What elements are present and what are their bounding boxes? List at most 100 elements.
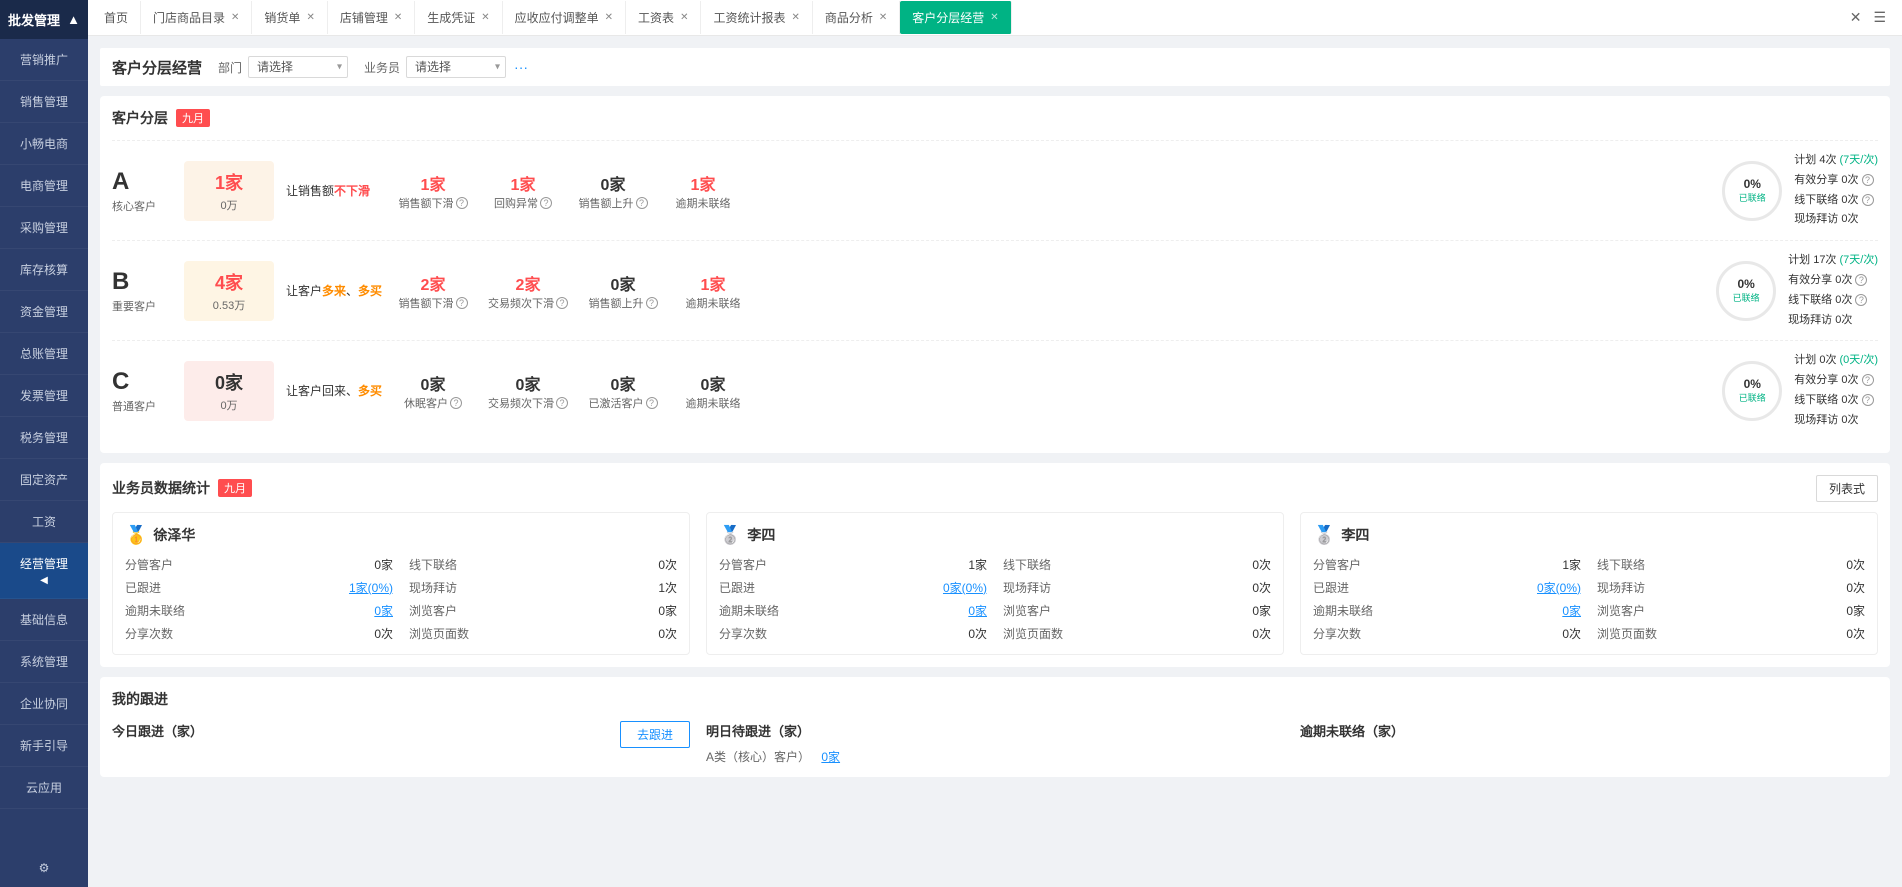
sidebar-item-jichu[interactable]: 基础信息: [0, 599, 88, 641]
stat-overdue-1: 逾期未联络 0家: [125, 602, 393, 619]
tab-bar: 首页 门店商品目录 ✕ 销货单 ✕ 店铺管理 ✕ 生成凭证 ✕ 应收应付调整单 …: [88, 0, 1902, 36]
info-icon[interactable]: ?: [646, 297, 658, 309]
list-view-button[interactable]: 列表式: [1816, 475, 1878, 502]
stat-pages-3: 浏览页面数 0次: [1597, 625, 1865, 642]
tab-dianpu[interactable]: 店铺管理 ✕: [328, 1, 415, 34]
tier-a-count[interactable]: 0家: [821, 750, 840, 764]
medal-silver-icon: 🥈: [719, 525, 741, 546]
sidebar-item-gudingzichan[interactable]: 固定资产: [0, 459, 88, 501]
followup-grid: 今日跟进（家） 去跟进 明日待跟进（家） A类（核心）客户） 0家 逾期未联络（: [112, 721, 1878, 765]
sidebar-item-jingying[interactable]: 经营管理 ◀: [0, 543, 88, 599]
sidebar-item-yun[interactable]: 云应用: [0, 767, 88, 809]
sales-section-title: 业务员数据统计: [112, 478, 210, 498]
tier-card-a: 1家 0万: [184, 161, 274, 221]
stat-fenguan-1: 分管客户 0家: [125, 556, 393, 573]
sidebar-item-caigou[interactable]: 采购管理: [0, 207, 88, 249]
toolbar: 客户分层经营 部门 请选择 业务员 请选择 ···: [100, 48, 1890, 86]
tab-close-icon[interactable]: ✕: [605, 12, 613, 23]
metric-c-1: 0家 休眠客户 ?: [398, 371, 468, 411]
metric-a-1: 1家 销售额下滑 ?: [398, 171, 468, 211]
sidebar-collapse-icon[interactable]: ▲: [67, 12, 80, 27]
tab-close-icon[interactable]: ✕: [481, 12, 489, 23]
sales-select[interactable]: 请选择: [406, 56, 506, 78]
info-icon[interactable]: ?: [1855, 274, 1867, 286]
info-icon[interactable]: ?: [646, 397, 658, 409]
sales-card-3: 🥈 李四 分管客户 1家 线下联络 0次 已跟进: [1300, 512, 1878, 655]
info-icon[interactable]: ?: [1862, 394, 1874, 406]
followup-section-title: 我的跟进: [112, 689, 168, 709]
tab-shangpinfenxi[interactable]: 商品分析 ✕: [813, 1, 900, 34]
sidebar-item-xitong[interactable]: 系统管理: [0, 641, 88, 683]
info-icon[interactable]: ?: [1862, 374, 1874, 386]
contact-right-b: 计划 17次 (7天/次) 有效分享 0次 ? 线下联络 0次 ? 现场拜访 0…: [1788, 251, 1878, 330]
sales-select-wrapper: 请选择: [406, 56, 506, 78]
followup-today-title: 今日跟进（家）: [112, 721, 203, 740]
more-button[interactable]: ···: [514, 59, 528, 75]
metric-c-4: 0家 逾期未联络: [678, 371, 748, 411]
sidebar-item-shuiwu[interactable]: 税务管理: [0, 417, 88, 459]
sales-stats-2: 分管客户 1家 线下联络 0次 已跟进 0家(0%) 现场拜访: [719, 556, 1271, 642]
tab-close-icon[interactable]: ✕: [990, 12, 998, 23]
tab-close-icon[interactable]: ✕: [680, 12, 688, 23]
goto-followup-button[interactable]: 去跟进: [620, 721, 690, 748]
sidebar-item-dianshang[interactable]: 电商管理: [0, 165, 88, 207]
info-icon[interactable]: ?: [1855, 294, 1867, 306]
tab-close-icon[interactable]: ✕: [879, 12, 887, 23]
dept-select-wrapper: 请选择: [248, 56, 348, 78]
stat-visit-1: 现场拜访 1次: [409, 579, 677, 596]
dept-select[interactable]: 请选择: [248, 56, 348, 78]
followup-overdue-title: 逾期未联络（家）: [1300, 721, 1878, 740]
tier-row-b: B 重要客户 4家 0.53万 让客户多来、多买 2家 销售额下滑 ? 2: [112, 240, 1878, 340]
tab-close-icon[interactable]: ✕: [231, 12, 239, 23]
stat-fenguan-3: 分管客户 1家: [1313, 556, 1581, 573]
info-icon[interactable]: ?: [1862, 174, 1874, 186]
sidebar-item-kucun[interactable]: 库存核算: [0, 249, 88, 291]
sidebar-gear-icon[interactable]: ⚙: [0, 849, 88, 887]
info-icon[interactable]: ?: [1862, 194, 1874, 206]
sidebar-item-xiaoshou[interactable]: 销售管理: [0, 81, 88, 123]
sidebar-item-zijin[interactable]: 资金管理: [0, 291, 88, 333]
info-icon[interactable]: ?: [556, 297, 568, 309]
metric-b-2: 2家 交易频次下滑 ?: [488, 271, 568, 311]
tab-kehu[interactable]: 客户分层经营 ✕: [900, 1, 1011, 34]
info-icon[interactable]: ?: [450, 397, 462, 409]
sales-stats-1: 分管客户 0家 线下联络 0次 已跟进 1家(0%) 现场拜访: [125, 556, 677, 642]
tab-shengcheng[interactable]: 生成凭证 ✕: [415, 1, 502, 34]
sidebar-title: 批发管理: [8, 10, 60, 29]
info-icon[interactable]: ?: [636, 197, 648, 209]
info-icon[interactable]: ?: [540, 197, 552, 209]
info-icon[interactable]: ?: [456, 197, 468, 209]
sidebar-item-gongzi[interactable]: 工资: [0, 501, 88, 543]
tier-row-c: C 普通客户 0家 0万 让客户回来、多买 0家 休眠客户 ? 0家: [112, 340, 1878, 440]
stat-browse-2: 浏览客户 0家: [1003, 602, 1271, 619]
tier-tip-b: 让客户多来、多买: [286, 282, 386, 299]
tier-label-b: B 重要客户: [112, 268, 172, 314]
info-icon[interactable]: ?: [456, 297, 468, 309]
content-area: 客户分层经营 部门 请选择 业务员 请选择 ··· 客户分层 九月: [88, 36, 1902, 887]
sidebar-item-xinshou[interactable]: 新手引导: [0, 725, 88, 767]
tab-yingshou[interactable]: 应收应付调整单 ✕: [503, 1, 626, 34]
tab-home[interactable]: 首页: [92, 1, 141, 34]
tier-row-a: A 核心客户 1家 0万 让销售额不下滑 1家 销售额下滑 ? 1家: [112, 140, 1878, 240]
info-icon[interactable]: ?: [556, 397, 568, 409]
tab-xiaohuo[interactable]: 销货单 ✕: [252, 1, 327, 34]
tab-close-icon[interactable]: ✕: [306, 12, 314, 23]
tab-gongzitongji[interactable]: 工资统计报表 ✕: [701, 1, 812, 34]
tab-close-icon[interactable]: ✕: [791, 12, 799, 23]
sales-section-header: 业务员数据统计 九月 列表式: [112, 475, 1878, 502]
tier-label-c: C 普通客户: [112, 368, 172, 414]
sidebar-item-yingxiao[interactable]: 营销推广: [0, 39, 88, 81]
sidebar-header[interactable]: 批发管理 ▲: [0, 0, 88, 39]
tab-mendianspm[interactable]: 门店商品目录 ✕: [141, 1, 252, 34]
sidebar-item-xiaodian[interactable]: 小畅电商: [0, 123, 88, 165]
sidebar-item-qiye[interactable]: 企业协同: [0, 683, 88, 725]
sidebar-item-fapiao[interactable]: 发票管理: [0, 375, 88, 417]
contact-circle-b: 0% 已联络: [1716, 261, 1776, 321]
metric-b-4: 1家 逾期未联络: [678, 271, 748, 311]
tab-more-icon[interactable]: ☰: [1869, 9, 1890, 26]
metric-a-2: 1家 回购异常 ?: [488, 171, 558, 211]
tab-close-icon[interactable]: ✕: [394, 12, 402, 23]
tab-close-all-icon[interactable]: ✕: [1846, 9, 1866, 26]
sidebar-item-zhangzhang[interactable]: 总账管理: [0, 333, 88, 375]
tab-gongziabiao[interactable]: 工资表 ✕: [626, 1, 701, 34]
